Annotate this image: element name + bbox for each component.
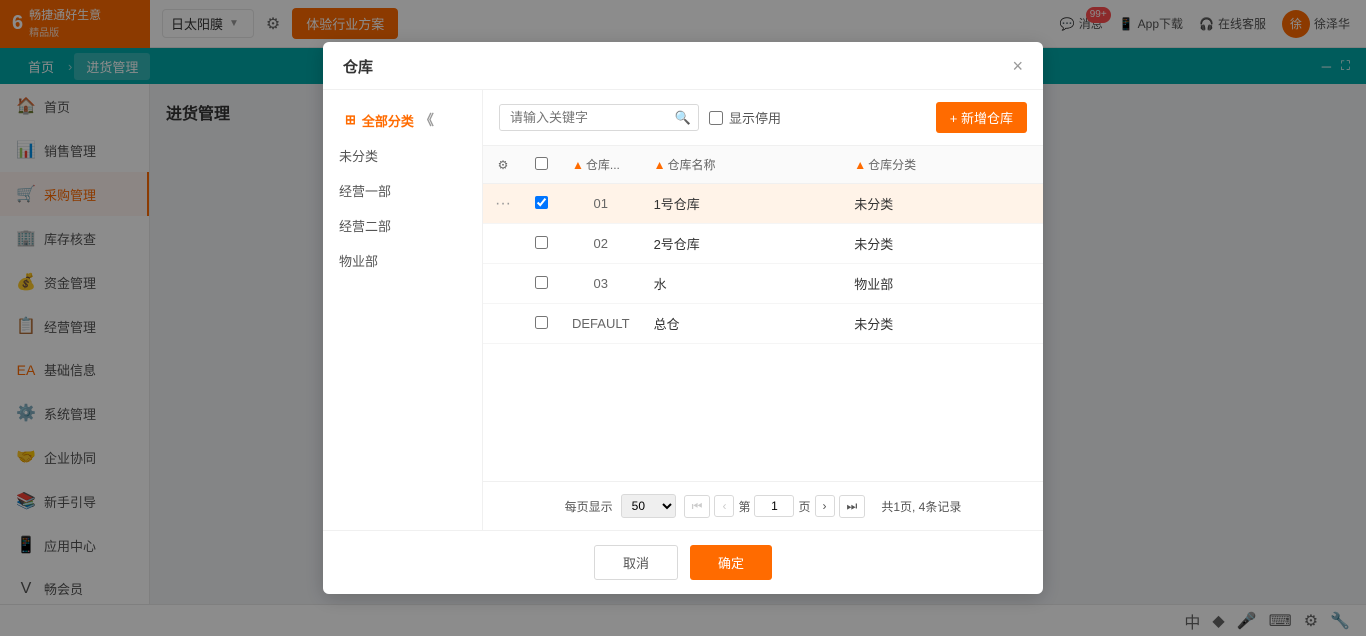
page-unit: 页 (798, 498, 810, 515)
row-checkbox[interactable] (535, 196, 548, 209)
row-code-cell: 01 (560, 184, 642, 224)
next-page-btn[interactable]: › (815, 495, 835, 517)
content-panel: 🔍 显示停用 + 新增仓库 ⚙ (483, 90, 1043, 530)
row-actions-cell (483, 224, 523, 264)
show-disabled-label: 显示停用 (709, 108, 781, 127)
cancel-button[interactable]: 取消 (594, 545, 678, 580)
show-disabled-checkbox[interactable] (709, 111, 723, 125)
table-header-row: ⚙ ▲仓库... ▲仓库名称 ▲仓库分类 (483, 146, 1043, 184)
first-page-btn[interactable]: ⏮ (684, 495, 711, 518)
select-all-checkbox[interactable] (535, 157, 548, 170)
modal-footer: 取消 确定 (323, 530, 1043, 594)
modal-overlay[interactable]: 仓库 × ⊞ 全部分类 《 未分类 经营一部 经营二部 物业部 (0, 0, 1366, 636)
row-actions-cell (483, 264, 523, 304)
all-categories-label: 全部分类 (362, 111, 414, 130)
row-name-cell: 水 (642, 264, 843, 304)
row-name-cell: 2号仓库 (642, 224, 843, 264)
page-prefix: 第 (738, 498, 750, 515)
category-panel: ⊞ 全部分类 《 未分类 经营一部 经营二部 物业部 (323, 90, 483, 530)
category-item-unclassified[interactable]: 未分类 (323, 138, 482, 173)
table-row[interactable]: DEFAULT 总仓 未分类 (483, 304, 1043, 344)
row-name-cell: 1号仓库 (642, 184, 843, 224)
row-checkbox-cell (523, 304, 560, 344)
table-row[interactable]: 03 水 物业部 (483, 264, 1043, 304)
row-category-cell: 未分类 (842, 304, 1043, 344)
page-nav: ⏮ ‹ 第 页 › ⏭ (684, 495, 866, 518)
prev-page-btn[interactable]: ‹ (714, 495, 734, 517)
sort-icon: ▲ (572, 158, 584, 172)
search-icon[interactable]: 🔍 (675, 110, 691, 126)
row-code-cell: DEFAULT (560, 304, 642, 344)
all-categories-item[interactable]: ⊞ 全部分类 《 (323, 102, 482, 138)
th-settings: ⚙ (483, 146, 523, 184)
row-category-cell: 未分类 (842, 224, 1043, 264)
modal-close-button[interactable]: × (1012, 56, 1023, 77)
show-disabled-text: 显示停用 (729, 108, 781, 127)
modal-title: 仓库 (343, 56, 373, 77)
row-category-cell: 物业部 (842, 264, 1043, 304)
th-code: ▲仓库... (560, 146, 642, 184)
warehouse-table: ⚙ ▲仓库... ▲仓库名称 ▲仓库分类 ··· 01 1号仓库 未分类 (483, 146, 1043, 481)
page-size-label: 每页显示 (565, 498, 613, 515)
pagination: 每页显示 50 20 100 ⏮ ‹ 第 页 › ⏭ (483, 481, 1043, 530)
row-more-icon[interactable]: ··· (495, 195, 511, 212)
th-checkbox (523, 146, 560, 184)
row-checkbox[interactable] (535, 236, 548, 249)
category-item-property[interactable]: 物业部 (323, 243, 482, 278)
category-item-operations2[interactable]: 经营二部 (323, 208, 482, 243)
add-warehouse-button[interactable]: + 新增仓库 (936, 102, 1027, 133)
search-input-wrap: 🔍 (499, 104, 699, 131)
confirm-button[interactable]: 确定 (690, 545, 772, 580)
grid-icon: ⊞ (345, 112, 356, 128)
row-checkbox[interactable] (535, 276, 548, 289)
gear-icon: ⚙ (498, 158, 509, 172)
sort-icon-name: ▲ (654, 158, 666, 172)
modal-body: ⊞ 全部分类 《 未分类 经营一部 经营二部 物业部 🔍 (323, 90, 1043, 530)
warehouse-data-table: ⚙ ▲仓库... ▲仓库名称 ▲仓库分类 ··· 01 1号仓库 未分类 (483, 146, 1043, 344)
warehouse-modal: 仓库 × ⊞ 全部分类 《 未分类 经营一部 经营二部 物业部 (323, 42, 1043, 594)
row-code-cell: 03 (560, 264, 642, 304)
last-page-btn[interactable]: ⏭ (839, 495, 866, 518)
sort-icon-cat: ▲ (854, 158, 866, 172)
th-category: ▲仓库分类 (842, 146, 1043, 184)
row-actions-cell (483, 304, 523, 344)
th-name: ▲仓库名称 (642, 146, 843, 184)
row-checkbox-cell (523, 224, 560, 264)
page-number-input[interactable] (754, 495, 794, 517)
total-info: 共1页, 4条记录 (881, 498, 961, 515)
category-item-operations1[interactable]: 经营一部 (323, 173, 482, 208)
row-name-cell: 总仓 (642, 304, 843, 344)
table-row[interactable]: ··· 01 1号仓库 未分类 (483, 184, 1043, 224)
modal-header: 仓库 × (323, 42, 1043, 90)
table-row[interactable]: 02 2号仓库 未分类 (483, 224, 1043, 264)
row-code-cell: 02 (560, 224, 642, 264)
row-category-cell: 未分类 (842, 184, 1043, 224)
row-checkbox-cell (523, 264, 560, 304)
row-checkbox[interactable] (535, 316, 548, 329)
page-size-select[interactable]: 50 20 100 (621, 494, 676, 518)
row-actions-cell: ··· (483, 184, 523, 224)
table-body: ··· 01 1号仓库 未分类 02 2号仓库 未分类 03 水 物业部 (483, 184, 1043, 344)
collapse-icon[interactable]: 《 (420, 110, 434, 130)
row-checkbox-cell (523, 184, 560, 224)
search-bar: 🔍 显示停用 + 新增仓库 (483, 90, 1043, 146)
search-input[interactable] (499, 104, 699, 131)
